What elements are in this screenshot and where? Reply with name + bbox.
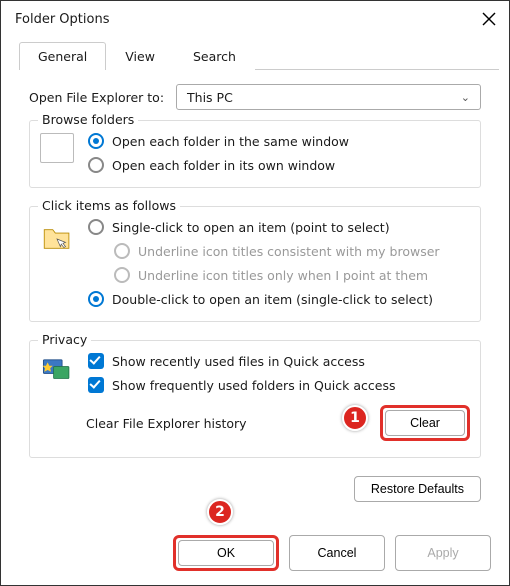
group-browse-folders: Browse folders Open each folder in the s… [29,120,481,188]
apply-button: Apply [395,535,491,571]
checkbox-icon [88,353,104,369]
radio-label: Underline icon titles only when I point … [138,268,428,283]
radio-label: Double-click to open an item (single-cli… [112,292,433,307]
radio-label: Single-click to open an item (point to s… [112,220,390,235]
chevron-down-icon: ⌄ [461,91,470,104]
check-label: Show recently used files in Quick access [112,354,365,369]
annotation-badge-2: 2 [207,499,233,525]
annotation-box-2: OK [173,535,279,571]
clear-history-label: Clear File Explorer history [86,416,247,431]
radio-double-click[interactable]: Double-click to open an item (single-cli… [88,291,470,307]
dialog-footer: 2 OK Cancel Apply [19,535,491,571]
check-label: Show frequently used folders in Quick ac… [112,378,395,393]
radio-own-window[interactable]: Open each folder in its own window [88,157,470,173]
tab-view[interactable]: View [106,42,174,70]
annotation-box-1: Clear [380,405,470,441]
radio-dot-icon [88,291,104,307]
check-frequent-folders[interactable]: Show frequently used folders in Quick ac… [88,377,470,393]
ok-button[interactable]: OK [178,540,274,566]
group-title-browse: Browse folders [38,112,138,127]
quick-access-icon [40,353,74,389]
group-title-privacy: Privacy [38,332,91,347]
tab-search[interactable]: Search [174,42,255,70]
radio-label: Open each folder in its own window [112,158,335,173]
checkbox-icon [88,377,104,393]
check-recent-files[interactable]: Show recently used files in Quick access [88,353,470,369]
browse-folders-icon [40,133,74,163]
clear-button[interactable]: Clear [385,410,465,436]
restore-defaults-button[interactable]: Restore Defaults [354,476,481,502]
annotation-badge-1: 1 [342,405,368,431]
radio-label: Open each folder in the same window [112,134,349,149]
radio-dot-icon [114,243,130,259]
radio-single-click[interactable]: Single-click to open an item (point to s… [88,219,470,235]
tab-general[interactable]: General [19,42,106,70]
radio-label: Underline icon titles consistent with my… [138,244,440,259]
group-privacy: Privacy Show recently used files in Quic… [29,340,481,458]
group-title-click: Click items as follows [38,198,180,213]
radio-underline-point: Underline icon titles only when I point … [114,267,470,283]
open-explorer-label: Open File Explorer to: [29,90,164,105]
radio-dot-icon [88,219,104,235]
radio-dot-icon [88,133,104,149]
radio-dot-icon [114,267,130,283]
radio-underline-browser: Underline icon titles consistent with my… [114,243,470,259]
window-title: Folder Options [15,12,109,27]
folder-cursor-icon [40,221,74,257]
group-click-items: Click items as follows Single-click to o… [29,206,481,322]
radio-same-window[interactable]: Open each folder in the same window [88,133,470,149]
open-explorer-value: This PC [187,90,233,105]
radio-dot-icon [88,157,104,173]
open-explorer-select[interactable]: This PC ⌄ [176,84,481,110]
close-icon[interactable] [481,11,497,27]
tabs: General View Search [19,41,499,70]
cancel-button[interactable]: Cancel [289,535,385,571]
